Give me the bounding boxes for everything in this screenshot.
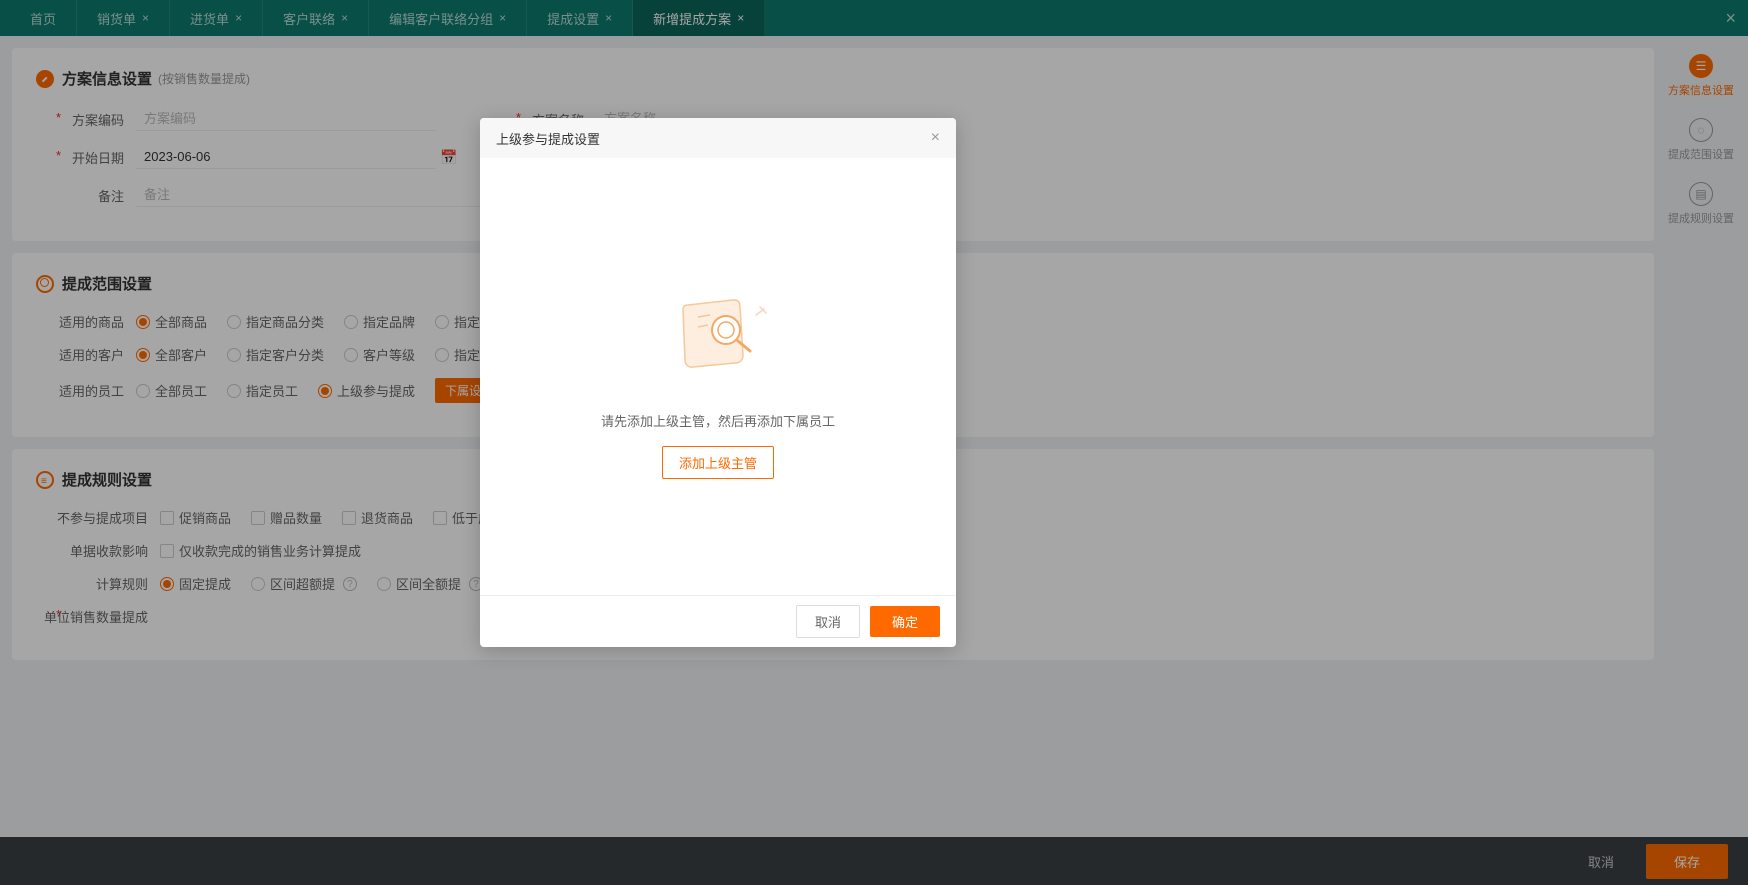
empty-state-text: 请先添加上级主管，然后再添加下属员工: [601, 411, 835, 430]
add-superior-button[interactable]: 添加上级主管: [662, 446, 774, 479]
modal-title: 上级参与提成设置: [496, 129, 600, 148]
modal-ok-button[interactable]: 确定: [870, 606, 940, 637]
empty-state-icon: [658, 275, 778, 395]
close-icon[interactable]: ×: [931, 129, 940, 147]
modal-cancel-button[interactable]: 取消: [796, 605, 860, 638]
modal-header: 上级参与提成设置 ×: [480, 118, 956, 158]
superior-settings-modal: 上级参与提成设置 × 请先添加上级主管，然后再添加下属员工 添加上级主管 取消 …: [480, 118, 956, 647]
